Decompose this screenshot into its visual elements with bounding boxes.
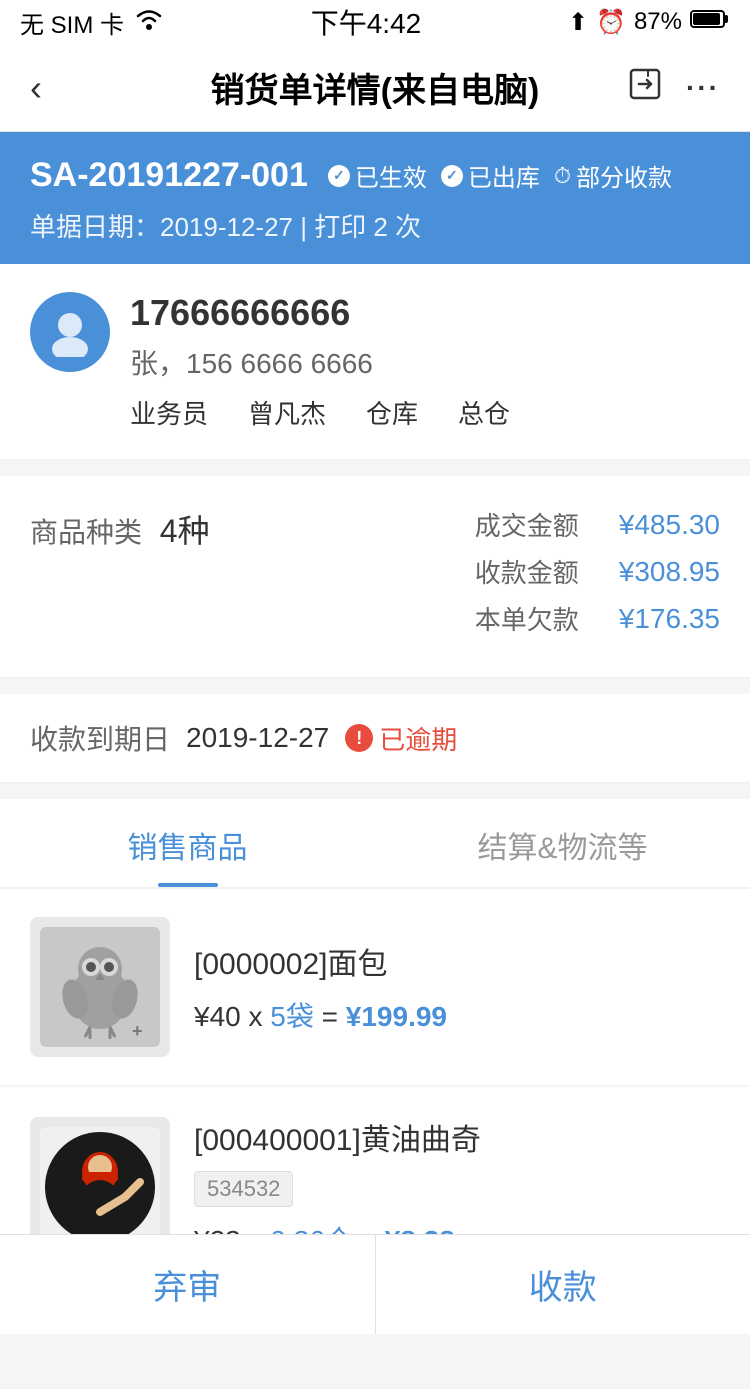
customer-meta: 业务员 曾凡杰 仓库 总仓 [130,394,720,431]
table-row: + [0000002]面包 ¥40 x 5袋 = ¥199.99 [0,889,750,1085]
nav-bar: ‹ 销货单详情(来自电脑) ··· [0,44,750,132]
battery-label: 87% [634,8,682,36]
deal-amount-label: 成交金额 [475,506,579,543]
tab-sales-products[interactable]: 销售商品 [0,799,375,887]
order-banner: SA-20191227-001 ✓ 已生效 ✓ 已出库 ⏱ 部分收款 单据日期：… [0,132,750,264]
status-partial-label: 部分收款 [576,158,672,193]
tabs-row: 销售商品 结算&物流等 [0,799,750,887]
status-shipped-label: 已出库 [468,158,540,193]
sim-label: 无 SIM 卡 [20,5,124,40]
customer-info: 17666666666 张，156 6666 6666 业务员 曾凡杰 仓库 总… [130,292,720,431]
check-icon-1: ✓ [328,165,350,187]
owed-amount-label: 本单欠款 [475,600,579,637]
financial-stats: 成交金额 ¥485.30 收款金额 ¥308.95 本单欠款 ¥176.35 [475,506,720,647]
nav-right-actions: ··· [628,67,720,109]
warehouse-label: 仓库 [366,394,418,431]
check-icon-2: ✓ [441,165,463,187]
tab-settlement-label: 结算&物流等 [477,832,647,865]
customer-phone: 张，156 6666 6666 [130,342,720,382]
sales-person-name: 曾凡杰 [248,394,326,431]
status-effective: ✓ 已生效 [328,158,427,193]
tab-sales-products-label: 销售商品 [128,832,248,865]
overdue-icon: ! [345,724,373,752]
product-types: 商品种类 4种 [30,506,210,552]
product-types-label: 商品种类 [30,517,142,548]
received-amount-label: 收款金额 [475,553,579,590]
bottom-bar: 弃审 收款 [0,1234,750,1334]
location-icon: ⬆ [568,8,588,37]
order-date: 单据日期：2019-12-27 | 打印 2 次 [30,207,720,244]
product-name-1: [0000002]面包 [194,939,720,983]
customer-name: 17666666666 [130,292,720,334]
due-date-label: 收款到期日 [30,718,170,758]
product-placeholder-icon-1: + [40,927,160,1047]
battery-icon [690,8,730,37]
deal-amount-row: 成交金额 ¥485.30 [475,506,720,543]
back-button[interactable]: ‹ [30,67,42,109]
product-price-1: ¥40 x 5袋 = ¥199.99 [194,995,720,1035]
received-amount-value: ¥308.95 [619,556,720,588]
overdue-badge: ! 已逾期 [345,720,457,757]
status-bar-left: 无 SIM 卡 [20,5,164,40]
product-info-1: [0000002]面包 ¥40 x 5袋 = ¥199.99 [194,939,720,1035]
product-name-2: [000400001]黄油曲奇 [194,1115,720,1159]
status-bar: 无 SIM 卡 下午4:42 ⬆ ⏰ 87% [0,0,750,44]
product-list: + [0000002]面包 ¥40 x 5袋 = ¥199.99 [0,889,750,1287]
overdue-label: 已逾期 [379,720,457,757]
alarm-icon: ⏰ [596,8,626,37]
stats-section: 商品种类 4种 成交金额 ¥485.30 收款金额 ¥308.95 本单欠款 ¥… [0,476,750,678]
tab-settlement[interactable]: 结算&物流等 [375,799,750,887]
order-id: SA-20191227-001 [30,156,308,195]
wifi-icon [134,8,164,37]
received-amount-row: 收款金额 ¥308.95 [475,553,720,590]
status-tags: ✓ 已生效 ✓ 已出库 ⏱ 部分收款 [328,158,672,193]
more-icon[interactable]: ··· [686,72,720,104]
status-shipped: ✓ 已出库 [441,158,540,193]
customer-section: 17666666666 张，156 6666 6666 业务员 曾凡杰 仓库 总… [0,264,750,460]
tabs-section: 销售商品 结算&物流等 [0,799,750,889]
share-icon[interactable] [628,67,662,109]
abandon-review-button[interactable]: 弃审 [0,1235,376,1334]
product-qty-1: 5袋 [270,1001,314,1032]
deal-amount-value: ¥485.30 [619,509,720,541]
status-bar-right: ⬆ ⏰ 87% [568,8,730,37]
collect-payment-button[interactable]: 收款 [376,1235,750,1334]
product-sku-2: 534532 [194,1171,293,1207]
status-effective-label: 已生效 [355,158,427,193]
page-title: 销货单详情(来自电脑) [211,63,540,112]
sales-person-label: 业务员 [130,394,208,431]
tab-underline [158,883,218,887]
customer-avatar [30,292,110,372]
owed-amount-row: 本单欠款 ¥176.35 [475,600,720,637]
due-section: 收款到期日 2019-12-27 ! 已逾期 [0,694,750,783]
product-types-value: 4种 [160,513,210,549]
owed-amount-value: ¥176.35 [619,603,720,635]
svg-text:+: + [132,1021,143,1041]
clock-icon: ⏱ [554,163,571,189]
status-bar-time: 下午4:42 [311,2,422,42]
due-date-value: 2019-12-27 [186,722,329,754]
product-total-1: ¥199.99 [346,1001,447,1032]
product-placeholder-icon-2 [40,1127,160,1247]
status-partial-payment: ⏱ 部分收款 [554,158,672,193]
warehouse-name: 总仓 [458,394,510,431]
product-image-1: + [30,917,170,1057]
